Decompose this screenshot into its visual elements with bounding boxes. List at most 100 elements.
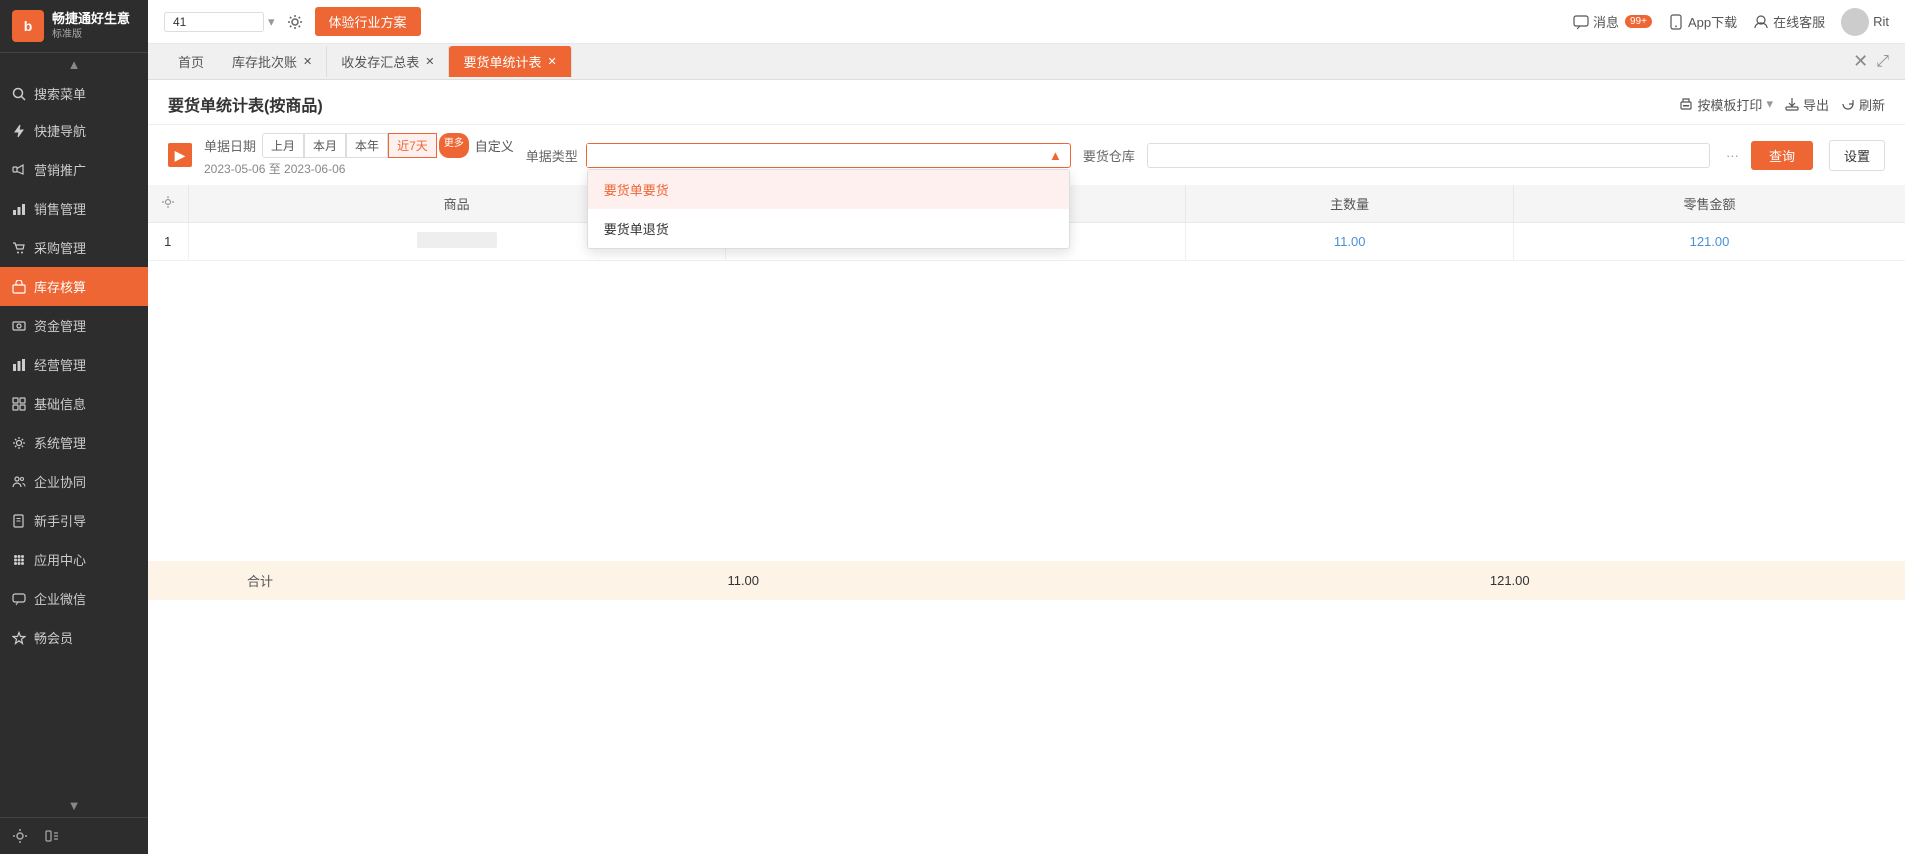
refresh-action[interactable]: 刷新 xyxy=(1841,95,1885,114)
sidebar-scroll-down[interactable]: ▼ xyxy=(0,794,148,817)
empty-space xyxy=(148,261,1905,561)
print-icon xyxy=(1679,97,1693,111)
sidebar-search[interactable]: 搜索菜单 xyxy=(0,76,148,111)
sidebar-item-sales[interactable]: 销售管理 xyxy=(0,189,148,228)
sidebar-item-enterprise[interactable]: 企业协同 xyxy=(0,462,148,501)
warehouse-filter-label: 要货仓库 xyxy=(1083,146,1135,165)
col-setting[interactable] xyxy=(148,185,188,223)
warehouse-filter-input[interactable] xyxy=(1147,143,1710,168)
topbar-input[interactable] xyxy=(164,12,264,32)
app-icon xyxy=(1668,14,1684,30)
tab-order-summary[interactable]: 要货单统计表 ✕ xyxy=(449,46,571,77)
app-download-item[interactable]: App下载 xyxy=(1668,12,1737,31)
date-btn-last-7days[interactable]: 近7天 xyxy=(388,133,437,158)
date-more-badge[interactable]: 更多 xyxy=(439,133,469,158)
tab-expand-button[interactable]: ⤢ xyxy=(1876,51,1889,72)
col-amount: 零售金额 xyxy=(1513,185,1905,223)
topbar-right: 消息 99+ App下载 在线客服 Rit xyxy=(1573,8,1889,36)
username: Rit xyxy=(1873,14,1889,29)
refresh-icon xyxy=(1841,97,1855,111)
sidebar-item-purchase[interactable]: 采购管理 xyxy=(0,228,148,267)
logo-text: 畅捷通好生意 标准版 xyxy=(52,11,130,41)
qty-link[interactable]: 11.00 xyxy=(1334,234,1366,249)
filter-bar: ▶ 单据日期 上月 本月 本年 近7天 更多 自定义 2023-05-06 至 … xyxy=(148,124,1905,185)
col-qty: 主数量 xyxy=(1186,185,1514,223)
type-filter-section: 单据类型 ▲ 要货单要货 要货单退货 xyxy=(526,143,1071,168)
sidebar-item-wechat[interactable]: 企业微信 xyxy=(0,579,148,618)
warehouse-filter-ellipsis[interactable]: ··· xyxy=(1726,148,1739,163)
settings-button[interactable]: 设置 xyxy=(1829,140,1885,171)
type-dropdown-menu: 要货单要货 要货单退货 xyxy=(587,169,1070,249)
sidebar-item-system[interactable]: 系统管理 xyxy=(0,423,148,462)
export-action[interactable]: 导出 xyxy=(1785,95,1829,114)
date-btn-last-month[interactable]: 上月 xyxy=(262,133,304,158)
filter-expand-btn[interactable]: ▶ xyxy=(168,143,192,167)
star-icon xyxy=(12,631,26,645)
message-badge: 99+ xyxy=(1625,15,1652,28)
sidebar-scroll-up[interactable]: ▲ xyxy=(0,53,148,76)
sidebar-item-marketing[interactable]: 营销推广 xyxy=(0,150,148,189)
tab-home[interactable]: 首页 xyxy=(164,46,218,77)
main-area: ▾ 体验行业方案 消息 99+ App下载 在线客服 Rit xyxy=(148,0,1905,854)
sidebar-item-member[interactable]: 畅会员 xyxy=(0,618,148,657)
date-filter-section: 单据日期 上月 本月 本年 近7天 更多 自定义 2023-05-06 至 20… xyxy=(204,133,514,177)
topbar-gear-icon[interactable] xyxy=(287,14,303,30)
settings-bottom-icon[interactable] xyxy=(12,828,28,844)
sidebar-item-operation[interactable]: 经营管理 xyxy=(0,345,148,384)
amount-link[interactable]: 121.00 xyxy=(1690,234,1730,249)
date-btn-this-year[interactable]: 本年 xyxy=(346,133,388,158)
tab-receive-summary[interactable]: 收发存汇总表 ✕ xyxy=(327,46,449,77)
print-action[interactable]: 按模板打印 ▾ xyxy=(1679,95,1773,114)
trial-button[interactable]: 体验行业方案 xyxy=(315,7,421,36)
service-item[interactable]: 在线客服 xyxy=(1753,12,1825,31)
custom-date-btn[interactable]: 自定义 xyxy=(475,136,514,155)
type-filter-input[interactable] xyxy=(587,144,1041,167)
topbar-dropdown-arrow[interactable]: ▾ xyxy=(268,14,275,30)
sidebar-nav: 搜索菜单 快捷导航 营销推广 销售管理 采购管理 库存核算 资金管理 经营管 xyxy=(0,76,148,794)
tab-inventory-batch[interactable]: 库存批次账 ✕ xyxy=(218,46,327,77)
avatar xyxy=(1841,8,1869,36)
user-item[interactable]: Rit xyxy=(1841,8,1889,36)
date-btn-this-month[interactable]: 本月 xyxy=(304,133,346,158)
tab-close-inventory-batch[interactable]: ✕ xyxy=(303,55,312,68)
page-actions: 按模板打印 ▾ 导出 刷新 xyxy=(1679,95,1885,114)
bar-chart-icon xyxy=(12,358,26,372)
print-dropdown-arrow[interactable]: ▾ xyxy=(1766,96,1773,112)
sidebar-item-finance[interactable]: 资金管理 xyxy=(0,306,148,345)
tab-close-order-summary[interactable]: ✕ xyxy=(548,55,557,68)
lightning-icon xyxy=(12,124,26,138)
query-button[interactable]: 查询 xyxy=(1751,141,1813,170)
dropdown-item-order-goods[interactable]: 要货单要货 xyxy=(588,170,1069,209)
table-setting-icon[interactable] xyxy=(161,195,175,209)
sidebar: b 畅捷通好生意 标准版 ▲ 搜索菜单 快捷导航 营销推广 销售管理 采购管理 xyxy=(0,0,148,854)
export-icon xyxy=(1785,97,1799,111)
logo-icon: b xyxy=(12,10,44,42)
tab-close-receive-summary[interactable]: ✕ xyxy=(425,55,434,68)
footer-amount: 121.00 xyxy=(1127,573,1894,588)
collapse-icon[interactable] xyxy=(44,828,60,844)
people-icon xyxy=(12,475,26,489)
dropdown-item-order-return[interactable]: 要货单退货 xyxy=(588,209,1069,248)
sidebar-item-appstore[interactable]: 应用中心 xyxy=(0,540,148,579)
sidebar-item-quick-nav[interactable]: 快捷导航 xyxy=(0,111,148,150)
sidebar-item-inventory[interactable]: 库存核算 xyxy=(0,267,148,306)
message-item[interactable]: 消息 99+ xyxy=(1573,12,1652,31)
table-footer: 合计 11.00 121.00 xyxy=(148,561,1905,600)
type-filter-input-wrap: ▲ 要货单要货 要货单退货 xyxy=(586,143,1071,168)
megaphone-icon xyxy=(12,163,26,177)
content: 要货单统计表(按商品) 按模板打印 ▾ 导出 刷新 ▶ xyxy=(148,80,1905,854)
tab-close-all-button[interactable]: ✕ xyxy=(1853,51,1868,72)
service-icon xyxy=(1753,14,1769,30)
sidebar-logo: b 畅捷通好生意 标准版 xyxy=(0,0,148,53)
sidebar-item-basic[interactable]: 基础信息 xyxy=(0,384,148,423)
message-icon xyxy=(1573,14,1589,30)
money-icon xyxy=(12,319,26,333)
footer-qty: 11.00 xyxy=(360,573,1127,588)
topbar-left: ▾ 体验行业方案 xyxy=(164,7,1573,36)
grid-icon xyxy=(12,397,26,411)
sidebar-item-guide[interactable]: 新手引导 xyxy=(0,501,148,540)
box-icon xyxy=(12,280,26,294)
search-icon xyxy=(12,87,26,101)
chart-icon xyxy=(12,202,26,216)
type-filter-arrow[interactable]: ▲ xyxy=(1041,148,1070,163)
